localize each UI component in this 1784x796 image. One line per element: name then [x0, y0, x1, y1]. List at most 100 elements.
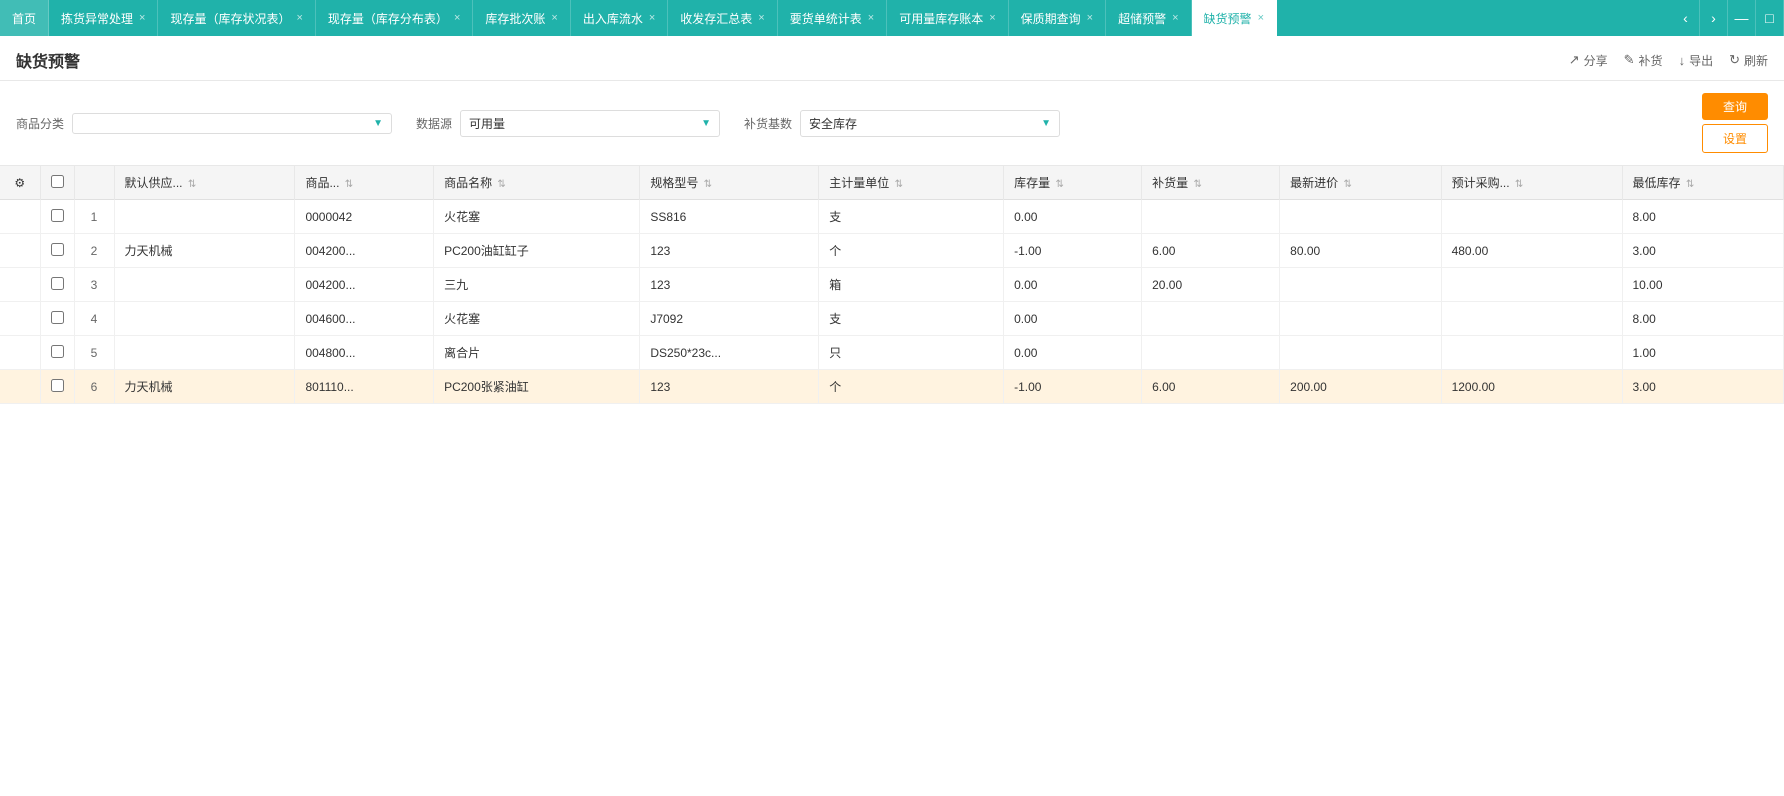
tab-close-icon[interactable]: × — [139, 12, 145, 24]
refresh-icon: ↻ — [1729, 52, 1740, 68]
row-index: 2 — [74, 234, 114, 268]
row-est-purchase: 1200.00 — [1441, 370, 1622, 404]
col-product-name[interactable]: 商品名称 ⇅ — [434, 166, 640, 200]
tab-batch-account[interactable]: 库存批次账× — [473, 0, 570, 36]
tab-close-icon[interactable]: × — [649, 12, 655, 24]
tab-next-btn[interactable]: › — [1700, 0, 1728, 36]
datasource-select[interactable]: 可用量 ▼ — [460, 110, 720, 137]
row-gear — [0, 268, 40, 302]
table-row: 5 004800... 离合片 DS250*23c... 只 0.00 1.00 — [0, 336, 1784, 370]
tab-home[interactable]: 首页 — [0, 0, 49, 36]
col-min-stock[interactable]: 最低库存 ⇅ — [1622, 166, 1784, 200]
tab-abnormal[interactable]: 拣货异常处理 × — [49, 0, 158, 36]
tab-close-icon[interactable]: × — [758, 12, 764, 24]
tab-close-icon[interactable]: × — [454, 12, 460, 24]
row-unit: 支 — [819, 200, 1004, 234]
tab-overstock[interactable]: 超储预警 × — [1106, 0, 1191, 36]
row-latest-price — [1280, 200, 1441, 234]
share-icon: ↗ — [1569, 52, 1580, 68]
row-checkbox-cell — [40, 234, 74, 268]
row-min-stock: 8.00 — [1622, 200, 1784, 234]
col-gear[interactable]: ⚙ — [0, 166, 40, 200]
row-checkbox[interactable] — [51, 311, 64, 324]
tab-shortage[interactable]: 缺货预警 × — [1192, 0, 1277, 36]
row-checkbox[interactable] — [51, 345, 64, 358]
window-minimize-btn[interactable]: — — [1728, 0, 1756, 36]
tab-expiry[interactable]: 保质期查询× — [1009, 0, 1106, 36]
tab-recv-summary[interactable]: 收发存汇总表× — [668, 0, 777, 36]
row-checkbox[interactable] — [51, 243, 64, 256]
tab-inventory-dist[interactable]: 现存量（库存分布表）× — [316, 0, 473, 36]
tab-close-icon[interactable]: × — [1258, 12, 1264, 24]
row-latest-price — [1280, 268, 1441, 302]
tab-label: 缺货预警 — [1204, 10, 1252, 27]
col-spec[interactable]: 规格型号 ⇅ — [640, 166, 819, 200]
row-stock: -1.00 — [1004, 234, 1142, 268]
row-spec: J7092 — [640, 302, 819, 336]
replenish-base-value: 安全库存 — [809, 115, 857, 132]
row-checkbox[interactable] — [51, 277, 64, 290]
row-supplier: 力天机械 — [114, 234, 295, 268]
row-spec: 123 — [640, 370, 819, 404]
row-product-name: 离合片 — [434, 336, 640, 370]
tab-label: 要货单统计表 — [790, 10, 862, 27]
settings-button[interactable]: 设置 — [1702, 124, 1768, 153]
share-button[interactable]: ↗ 分享 — [1569, 52, 1608, 69]
replenish-base-select[interactable]: 安全库存 ▼ — [800, 110, 1060, 137]
col-supplier[interactable]: 默认供应... ⇅ — [114, 166, 295, 200]
query-button[interactable]: 查询 — [1702, 93, 1768, 120]
replenish-button[interactable]: ✎ 补货 — [1624, 52, 1663, 69]
row-spec: 123 — [640, 234, 819, 268]
tab-inout-flow[interactable]: 出入库流水 × — [571, 0, 668, 36]
col-est-purchase[interactable]: 预计采购... ⇅ — [1441, 166, 1622, 200]
row-index: 1 — [74, 200, 114, 234]
col-product-code[interactable]: 商品... ⇅ — [295, 166, 434, 200]
tab-label: 拣货异常处理 — [61, 10, 133, 27]
tab-close-icon[interactable]: × — [989, 12, 995, 24]
row-supplier — [114, 200, 295, 234]
row-checkbox[interactable] — [51, 379, 64, 392]
row-product-name: PC200油缸缸子 — [434, 234, 640, 268]
data-table: ⚙ 默认供应... ⇅ 商品... ⇅ 商品名称 ⇅ 规格型号 ⇅ 主计量单位 … — [0, 166, 1784, 404]
tab-close-icon[interactable]: × — [868, 12, 874, 24]
row-checkbox-cell — [40, 268, 74, 302]
tab-label: 出入库流水 — [583, 10, 643, 27]
row-index: 4 — [74, 302, 114, 336]
refresh-button[interactable]: ↻ 刷新 — [1729, 52, 1768, 69]
select-all-checkbox[interactable] — [51, 175, 64, 188]
tab-label: 可用量库存账本 — [899, 10, 983, 27]
row-product-name: PC200张紧油缸 — [434, 370, 640, 404]
col-unit[interactable]: 主计量单位 ⇅ — [819, 166, 1004, 200]
tab-available-ledger[interactable]: 可用量库存账本 × — [887, 0, 1008, 36]
tab-close-icon[interactable]: × — [1087, 12, 1093, 24]
replenish-base-arrow-icon: ▼ — [1041, 118, 1051, 129]
row-product-name: 火花塞 — [434, 302, 640, 336]
table-row: 6 力天机械 801110... PC200张紧油缸 123 个 -1.00 6… — [0, 370, 1784, 404]
tab-prev-btn[interactable]: ‹ — [1672, 0, 1700, 36]
row-product-code: 004200... — [295, 268, 434, 302]
export-button[interactable]: ↓ 导出 — [1679, 52, 1714, 69]
window-maximize-btn[interactable]: □ — [1756, 0, 1784, 36]
datasource-label: 数据源 — [416, 115, 452, 132]
tab-close-icon[interactable]: × — [296, 12, 302, 24]
col-stock[interactable]: 库存量 ⇅ — [1004, 166, 1142, 200]
page-header: 缺货预警 ↗ 分享 ✎ 补货 ↓ 导出 ↻ 刷新 — [0, 36, 1784, 81]
row-latest-price — [1280, 302, 1441, 336]
row-checkbox[interactable] — [51, 209, 64, 222]
tab-order-stats[interactable]: 要货单统计表 × — [778, 0, 887, 36]
category-select[interactable]: ▼ — [72, 113, 392, 134]
row-gear — [0, 200, 40, 234]
row-min-stock: 1.00 — [1622, 336, 1784, 370]
tab-label: 超储预警 — [1118, 10, 1166, 27]
row-index: 6 — [74, 370, 114, 404]
row-min-stock: 3.00 — [1622, 370, 1784, 404]
row-product-code: 801110... — [295, 370, 434, 404]
row-checkbox-cell — [40, 200, 74, 234]
col-replenish[interactable]: 补货量 ⇅ — [1142, 166, 1280, 200]
tab-inventory-status[interactable]: 现存量（库存状况表）× — [158, 0, 315, 36]
col-latest-price[interactable]: 最新进价 ⇅ — [1280, 166, 1441, 200]
tab-close-icon[interactable]: × — [1172, 12, 1178, 24]
row-supplier — [114, 268, 295, 302]
tab-nav-buttons: ‹ › — □ — [1672, 0, 1784, 36]
tab-close-icon[interactable]: × — [551, 12, 557, 24]
